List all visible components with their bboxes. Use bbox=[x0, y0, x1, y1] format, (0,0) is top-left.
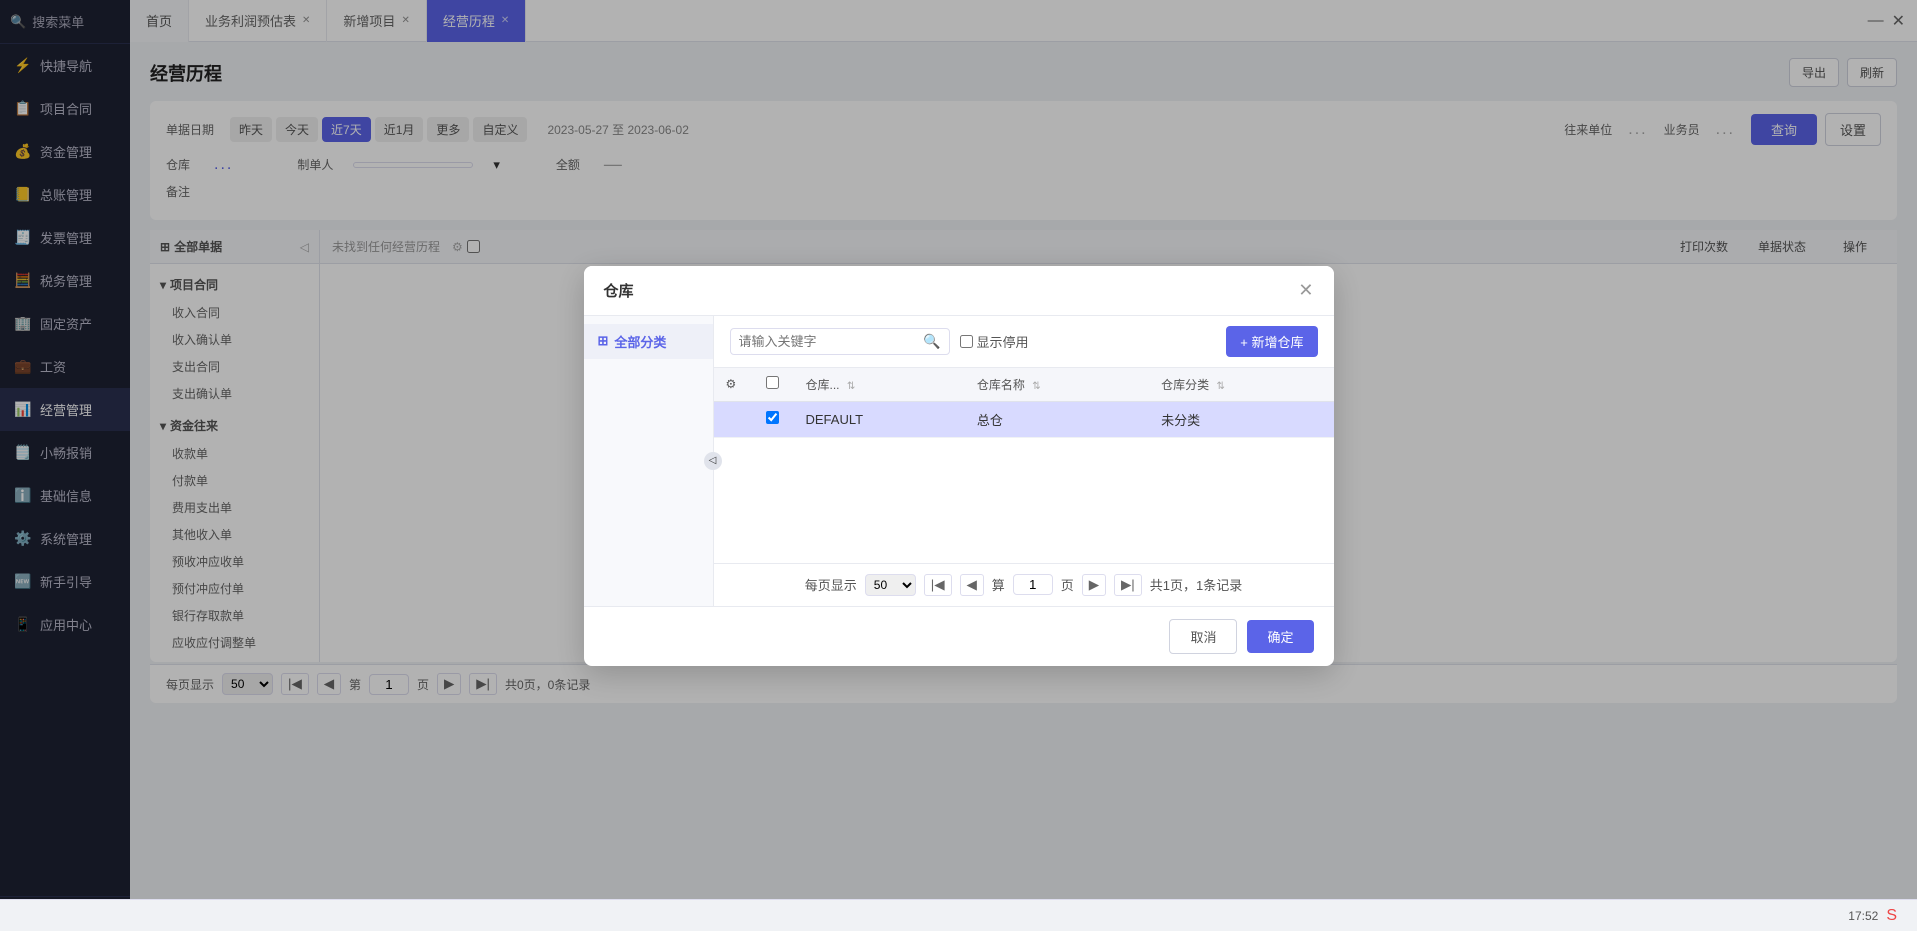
taskbar: 17:52 S bbox=[0, 899, 1917, 931]
search-icon-2: 🔍 bbox=[923, 333, 940, 350]
row-settings bbox=[714, 401, 754, 437]
select-all-dialog-checkbox[interactable] bbox=[766, 376, 779, 389]
show-disabled-checkbox[interactable] bbox=[960, 335, 973, 348]
dialog-close-button[interactable]: ✕ bbox=[1298, 280, 1313, 301]
settings-icon-2[interactable]: ⚙ bbox=[726, 377, 737, 391]
dialog-overlay: 仓库 ✕ ⊞ 全部分类 ◁ 🔍 bbox=[0, 0, 1917, 931]
grid-icon-2: ⊞ bbox=[598, 333, 609, 349]
row-select-checkbox[interactable] bbox=[766, 411, 779, 424]
add-warehouse-button[interactable]: + 新增仓库 bbox=[1226, 326, 1317, 357]
search-box: 🔍 bbox=[730, 328, 950, 355]
sort-icon-code: ⇅ bbox=[847, 381, 855, 392]
confirm-button[interactable]: 确定 bbox=[1247, 620, 1313, 653]
cancel-button[interactable]: 取消 bbox=[1169, 619, 1237, 654]
dialog-sidebar-all-categories[interactable]: ⊞ 全部分类 bbox=[584, 324, 713, 359]
warehouse-dialog: 仓库 ✕ ⊞ 全部分类 ◁ 🔍 bbox=[584, 266, 1334, 666]
row-code: DEFAULT bbox=[794, 401, 965, 437]
row-category: 未分类 bbox=[1149, 401, 1333, 437]
dialog-total-info: 共1页，1条记录 bbox=[1150, 575, 1242, 594]
dialog-sidebar: ⊞ 全部分类 ◁ bbox=[584, 316, 714, 606]
per-page-label-dialog: 每页显示 bbox=[805, 575, 857, 594]
sort-icon-name: ⇅ bbox=[1032, 381, 1040, 392]
dialog-last-page-btn[interactable]: ▶| bbox=[1114, 574, 1142, 596]
dialog-toolbar: 🔍 显示停用 + 新增仓库 bbox=[714, 316, 1334, 368]
dialog-header: 仓库 ✕ bbox=[584, 266, 1334, 316]
dialog-footer: 取消 确定 bbox=[584, 606, 1334, 666]
dialog-search-input[interactable] bbox=[739, 334, 924, 349]
dialog-body: ⊞ 全部分类 ◁ 🔍 显示停用 + 新增仓库 bbox=[584, 316, 1334, 606]
dialog-table: ⚙ 仓库... ⇅ 仓库名称 ⇅ bbox=[714, 368, 1334, 563]
dialog-prev-page-btn[interactable]: ◀ bbox=[960, 574, 984, 596]
th-category[interactable]: 仓库分类 ⇅ bbox=[1149, 368, 1333, 402]
dialog-first-page-btn[interactable]: |◀ bbox=[924, 574, 952, 596]
sort-icon-category: ⇅ bbox=[1217, 381, 1225, 392]
table-row[interactable]: DEFAULT 总仓 未分类 bbox=[714, 401, 1334, 437]
show-disabled-label[interactable]: 显示停用 bbox=[960, 332, 1029, 351]
th-settings: ⚙ bbox=[714, 368, 754, 402]
dialog-page-input[interactable] bbox=[1013, 574, 1053, 595]
dialog-pagination: 每页显示 50 10 20 100 |◀ ◀ 算 页 ▶ ▶| 共1页，1条记录 bbox=[714, 563, 1334, 606]
dialog-per-page-select[interactable]: 50 10 20 100 bbox=[865, 574, 916, 596]
show-disabled-text: 显示停用 bbox=[977, 332, 1029, 351]
dialog-page-suffix: 页 bbox=[1061, 575, 1074, 594]
row-checkbox[interactable] bbox=[754, 401, 794, 437]
taskbar-icons: S bbox=[1886, 907, 1897, 925]
dialog-next-page-btn[interactable]: ▶ bbox=[1082, 574, 1106, 596]
th-name[interactable]: 仓库名称 ⇅ bbox=[965, 368, 1149, 402]
th-checkbox bbox=[754, 368, 794, 402]
dialog-main: 🔍 显示停用 + 新增仓库 ⚙ bbox=[714, 316, 1334, 606]
row-name: 总仓 bbox=[965, 401, 1149, 437]
sidebar-collapse-btn[interactable]: ◁ bbox=[704, 452, 722, 470]
dialog-title: 仓库 bbox=[604, 280, 634, 301]
table-header-row: ⚙ 仓库... ⇅ 仓库名称 ⇅ bbox=[714, 368, 1334, 402]
th-code[interactable]: 仓库... ⇅ bbox=[794, 368, 965, 402]
dialog-page-label: 算 bbox=[992, 575, 1005, 594]
taskbar-time: 17:52 bbox=[1848, 909, 1878, 923]
